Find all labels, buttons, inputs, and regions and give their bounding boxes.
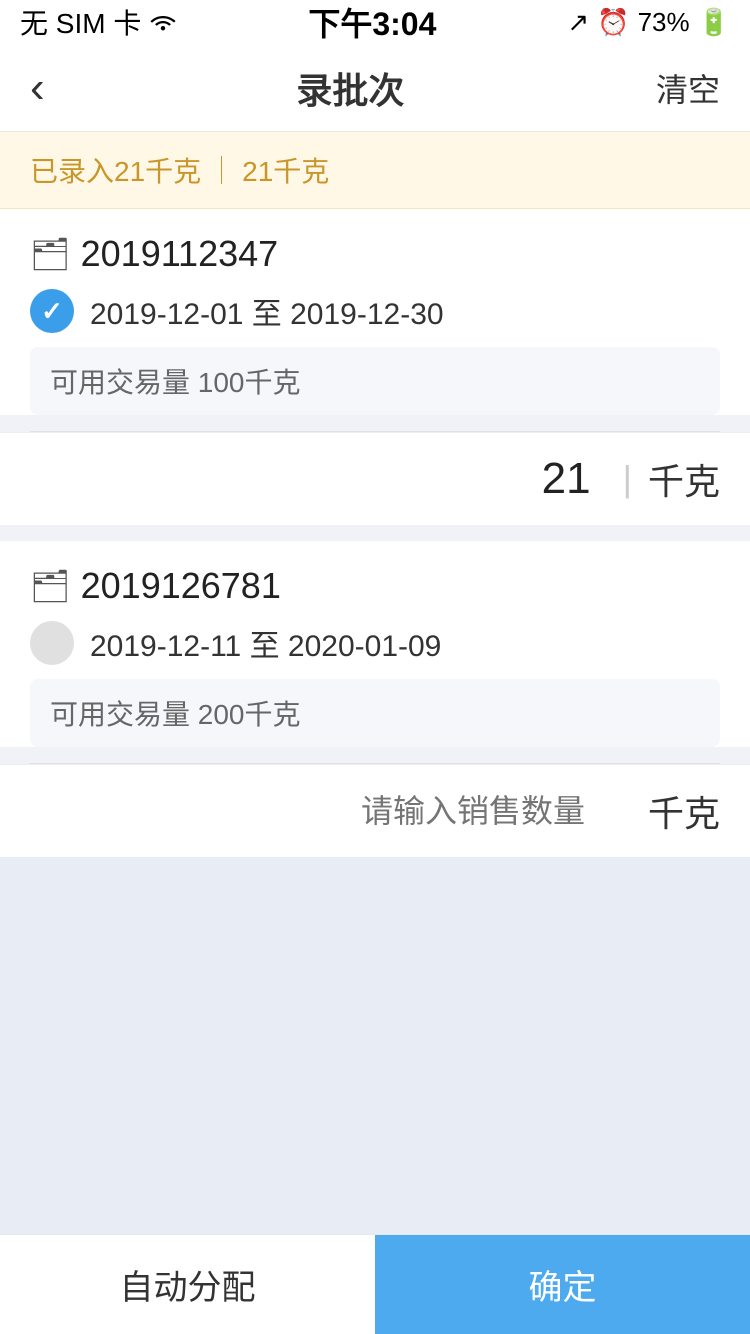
- no-sim-text: 无 SIM 卡: [20, 2, 141, 42]
- batch1-number: 2019112347: [81, 233, 279, 275]
- nav-bar: ‹ 录批次 清空: [0, 44, 750, 132]
- banner-divider: [221, 156, 222, 184]
- batch2-avail: 可用交易量 200千克: [30, 679, 720, 747]
- clear-button[interactable]: 清空: [656, 65, 720, 111]
- batch2-radio[interactable]: [30, 621, 74, 665]
- page-title: 录批次: [296, 62, 404, 114]
- batch1-checkmark: ✓: [41, 296, 63, 327]
- batch2-qty-input[interactable]: [30, 793, 600, 830]
- batch2-header: 🗂 2019126781: [30, 565, 720, 607]
- batch1-date-row[interactable]: ✓ 2019-12-01 至 2019-12-30: [30, 289, 720, 333]
- battery-icon: 🔋: [698, 7, 730, 38]
- section-divider: [0, 525, 750, 541]
- batch2-qty-unit: 千克: [648, 785, 720, 837]
- status-bar: 无 SIM 卡 下午3:04 ↗ ⏰ 73% 🔋: [0, 0, 750, 44]
- batch2-qty-input-row: 千克: [0, 764, 750, 857]
- batch2-number: 2019126781: [81, 565, 281, 607]
- batch1-qty-value: 21: [542, 454, 591, 504]
- recorded-label: 已录入21千克: [30, 150, 201, 190]
- batch1-header: 🗂 2019112347: [30, 233, 720, 275]
- wifi-icon: [149, 6, 177, 38]
- info-banner: 已录入21千克 21千克: [0, 132, 750, 209]
- empty-area: [0, 857, 750, 1257]
- status-left: 无 SIM 卡: [20, 2, 177, 42]
- location-icon: ↗: [567, 7, 589, 38]
- batch-item-1: 🗂 2019112347 ✓ 2019-12-01 至 2019-12-30 可…: [0, 209, 750, 415]
- alarm-icon: ⏰: [597, 7, 629, 38]
- status-time: 下午3:04: [308, 0, 436, 45]
- batch1-icon: 🗂: [30, 235, 71, 273]
- status-right: ↗ ⏰ 73% 🔋: [567, 7, 730, 38]
- recorded-value: 21千克: [242, 150, 329, 190]
- batch1-qty-unit: 千克: [648, 453, 720, 505]
- batch1-radio[interactable]: ✓: [30, 289, 74, 333]
- back-button[interactable]: ‹: [30, 66, 45, 110]
- batch1-qty-row: 21 | 千克: [0, 432, 750, 525]
- batch2-date-row[interactable]: 2019-12-11 至 2020-01-09: [30, 621, 720, 665]
- auto-distribute-button[interactable]: 自动分配: [0, 1235, 375, 1334]
- batch2-icon: 🗂: [30, 567, 71, 605]
- confirm-button[interactable]: 确定: [375, 1235, 750, 1334]
- batch1-avail: 可用交易量 100千克: [30, 347, 720, 415]
- batch-item-2: 🗂 2019126781 2019-12-11 至 2020-01-09 可用交…: [0, 541, 750, 747]
- battery-text: 73%: [638, 7, 690, 38]
- bottom-bar: 自动分配 确定: [0, 1234, 750, 1334]
- batch1-date: 2019-12-01 至 2019-12-30: [90, 289, 444, 333]
- batch2-date: 2019-12-11 至 2020-01-09: [90, 621, 441, 665]
